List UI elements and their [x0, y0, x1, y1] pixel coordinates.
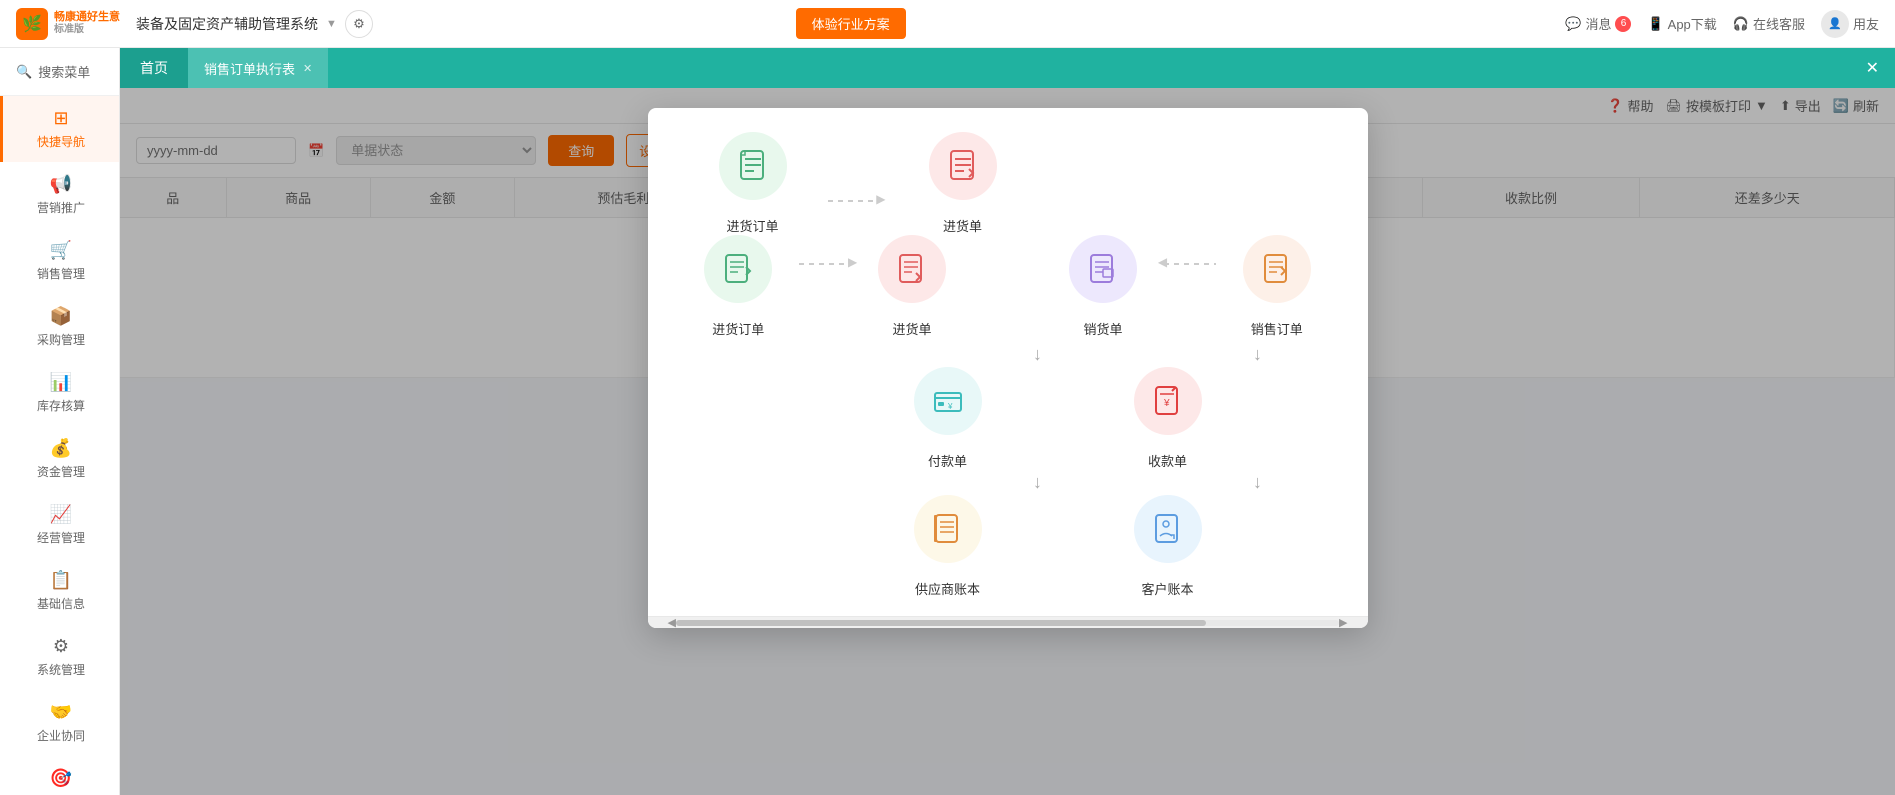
sidebar-item-enterprise[interactable]: 🤝 企业协同 [0, 690, 119, 756]
flow-node-purchase-order[interactable]: 进货订单 [678, 132, 828, 235]
message-badge: 6 [1615, 16, 1631, 32]
scroll-thumb [676, 620, 1206, 626]
purchase-bill-label: 进货单 [943, 216, 982, 235]
phone-icon: 📱 [1647, 16, 1663, 32]
node-receipt[interactable]: ¥ 收款单 [1098, 367, 1238, 470]
node-sales-bill[interactable]: 销货单 [1042, 235, 1164, 338]
purchase-icon: 📦 [50, 306, 72, 327]
app-download-button[interactable]: 📱 App下载 [1647, 14, 1716, 33]
sidebar-item-marketing[interactable]: 📢 营销推广 [0, 162, 119, 228]
flow-diagram: 进货订单 ▶ [678, 132, 1338, 598]
message-button[interactable]: 💬 消息 6 [1565, 14, 1631, 33]
system-icon: ⚙ [53, 636, 69, 657]
user-avatar: 👤 [1821, 10, 1849, 38]
search-menu-button[interactable]: 🔍 搜索菜单 [8, 58, 111, 85]
headset-icon: 🎧 [1733, 16, 1749, 32]
main-layout: 🔍 搜索菜单 ⊞ 快捷导航 📢 营销推广 🛒 销售管理 📦 采购管理 📊 库存核… [0, 48, 1895, 795]
modal-scrollbar: ◀ ▶ [648, 616, 1368, 628]
node-sales-order[interactable]: 销售订单 [1216, 235, 1338, 338]
sidebar-item-quick-nav[interactable]: ⊞ 快捷导航 [0, 96, 119, 162]
sidebar-item-sales[interactable]: 🛒 销售管理 [0, 228, 119, 294]
node-purchase-order[interactable]: 进货订单 [678, 235, 800, 338]
sidebar-item-inventory[interactable]: 📊 库存核算 [0, 360, 119, 426]
topbar: 🌿 畅康通好生意 标准版 装备及固定资产辅助管理系统 ▼ ⚙ 体验行业方案 💬 … [0, 0, 1895, 48]
finance-icon: 💰 [50, 438, 72, 459]
topbar-title: 装备及固定资产辅助管理系统 ▼ ⚙ [136, 10, 796, 38]
sales-icon: 🛒 [50, 240, 72, 261]
svg-text:¥: ¥ [947, 402, 953, 411]
topbar-right: 💬 消息 6 📱 App下载 🎧 在线客服 👤 用友 [1565, 10, 1879, 38]
dropdown-icon[interactable]: ▼ [326, 18, 337, 30]
settings-button[interactable]: ⚙ [345, 10, 373, 38]
purchase-order-circle [719, 132, 787, 200]
scroll-right-arrow[interactable]: ▶ [1339, 616, 1347, 628]
row2-nodes: ¥ 付款单 ¥ [678, 367, 1338, 470]
down-arrows-row1: ↓ ↓ [678, 342, 1338, 367]
modal-body: 进货订单 ▶ [648, 108, 1368, 616]
sidebar-item-purchase[interactable]: 📦 采购管理 [0, 294, 119, 360]
trial-button[interactable]: 体验行业方案 [796, 8, 906, 39]
node-purchase-bill[interactable]: 进货单 [851, 235, 973, 338]
arrow-purchase-to-bill: ▶ [828, 166, 888, 202]
sidebar-item-newbie[interactable]: 🎯 新手引导 [0, 756, 119, 795]
purchase-bill-circle [929, 132, 997, 200]
basic-info-icon: 📋 [50, 570, 72, 591]
inventory-icon: 📊 [50, 372, 72, 393]
tab-bar-close-button[interactable]: ✕ [1850, 58, 1895, 78]
node-customer-ledger[interactable]: 客户账本 [1098, 495, 1238, 598]
logo-area: 🌿 畅康通好生意 标准版 [16, 8, 136, 40]
sidebar-item-system[interactable]: ⚙ 系统管理 [0, 624, 119, 690]
sidebar: 🔍 搜索菜单 ⊞ 快捷导航 📢 营销推广 🛒 销售管理 📦 采购管理 📊 库存核… [0, 48, 120, 795]
scroll-left-arrow[interactable]: ◀ [668, 616, 676, 628]
system-title: 装备及固定资产辅助管理系统 [136, 14, 318, 34]
tab-sales-order[interactable]: 销售订单执行表 ✕ [188, 48, 328, 88]
marketing-icon: 📢 [50, 174, 72, 195]
content-area: 首页 销售订单执行表 ✕ ✕ ❓ 帮助 🖨 按模板打印 ▼ [120, 48, 1895, 795]
arrow-2: ◀ [1164, 235, 1216, 265]
logo-icon: 🌿 [16, 8, 48, 40]
quick-nav-modal: 进货订单 ▶ [648, 108, 1368, 628]
sidebar-item-finance[interactable]: 💰 资金管理 [0, 426, 119, 492]
sidebar-item-basic-info[interactable]: 📋 基础信息 [0, 558, 119, 624]
user-button[interactable]: 👤 用友 [1821, 10, 1879, 38]
modal-overlay: 进货订单 ▶ [120, 88, 1895, 795]
enterprise-icon: 🤝 [50, 702, 72, 723]
operation-icon: 📈 [50, 504, 72, 525]
page-content: ❓ 帮助 🖨 按模板打印 ▼ ⬆ 导出 🔄 刷新 [120, 88, 1895, 795]
down-arrows-row2: ↓ ↓ [678, 470, 1338, 495]
logo-text: 畅康通好生意 标准版 [54, 11, 120, 36]
message-icon: 💬 [1565, 16, 1581, 32]
newbie-icon: 🎯 [50, 768, 72, 789]
tab-bar: 首页 销售订单执行表 ✕ ✕ [120, 48, 1895, 88]
online-service-button[interactable]: 🎧 在线客服 [1733, 14, 1805, 33]
sidebar-search-area: 🔍 搜索菜单 [0, 48, 119, 96]
purchase-order-label: 进货订单 [726, 216, 778, 235]
tab-home[interactable]: 首页 [120, 48, 188, 88]
search-icon: 🔍 [16, 64, 32, 80]
quick-nav-icon: ⊞ [53, 108, 68, 129]
arrow-1: ▶ [799, 235, 851, 265]
node-payment[interactable]: ¥ 付款单 [878, 367, 1018, 470]
row3-nodes: 供应商账本 客户账本 [678, 495, 1338, 598]
scroll-track[interactable] [676, 620, 1339, 626]
svg-text:¥: ¥ [1163, 398, 1170, 409]
tab-close-icon[interactable]: ✕ [303, 62, 312, 75]
sidebar-item-operation[interactable]: 📈 经营管理 [0, 492, 119, 558]
flow-node-purchase-bill[interactable]: 进货单 [888, 132, 1038, 235]
node-supplier-ledger[interactable]: 供应商账本 [878, 495, 1018, 598]
